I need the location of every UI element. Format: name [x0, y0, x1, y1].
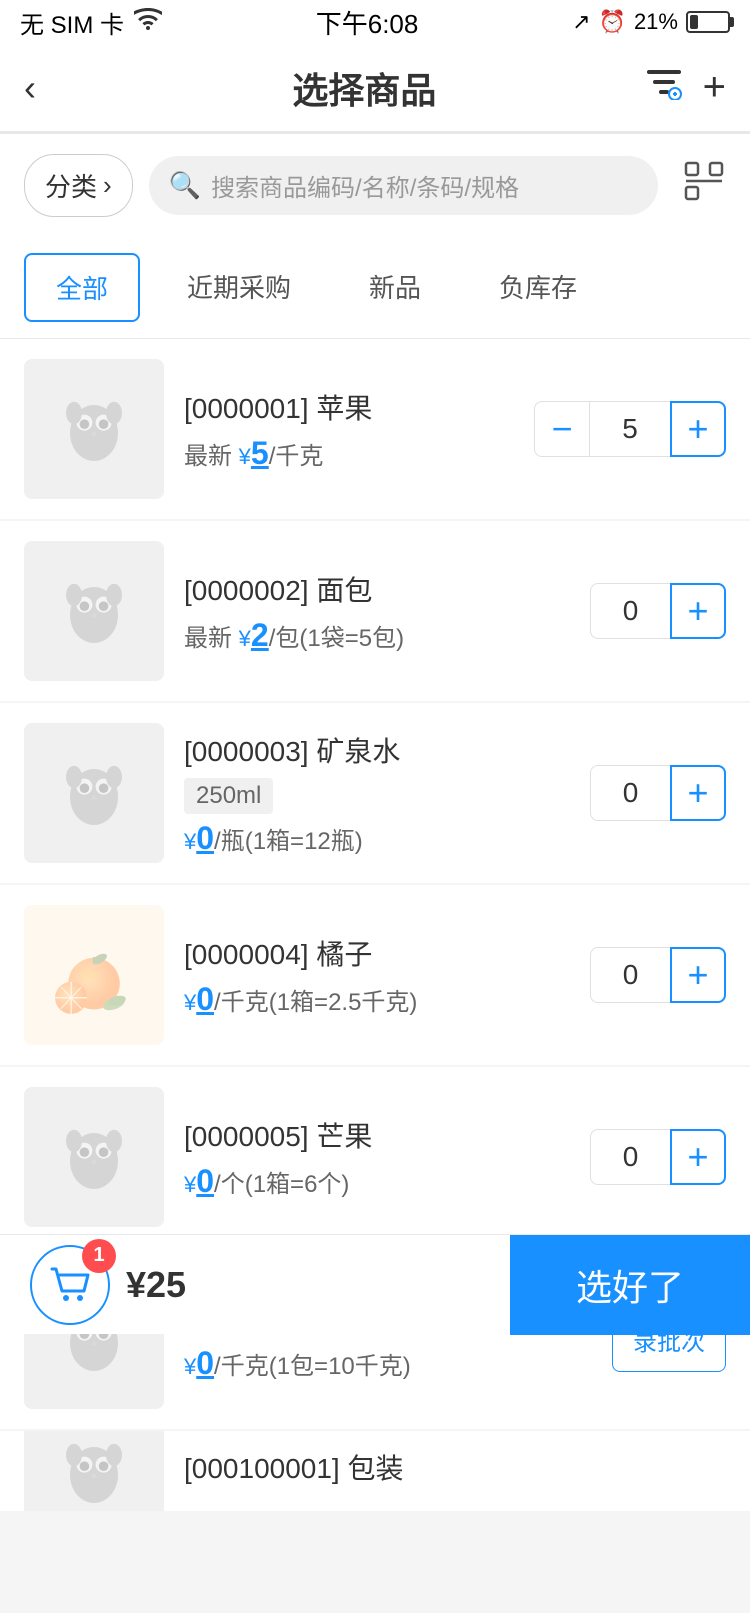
add-icon[interactable]: + — [703, 65, 726, 110]
product-info-4: [0000004] 橘子 ¥0/千克(1箱=2.5千克) — [184, 933, 570, 1018]
page-title: 选择商品 — [292, 62, 436, 114]
product-price-5: ¥0/个(1箱=6个) — [184, 1163, 570, 1200]
product-image-7 — [24, 1431, 164, 1511]
quantity-input-5[interactable] — [590, 1129, 670, 1185]
category-button[interactable]: 分类 › — [24, 154, 133, 217]
back-button[interactable]: ‹ — [24, 67, 84, 109]
confirm-button[interactable]: 选好了 — [510, 1235, 750, 1335]
product-controls-3: + — [590, 765, 726, 821]
product-info-5: [0000005] 芒果 ¥0/个(1箱=6个) — [184, 1115, 570, 1200]
location-icon: ↗ — [572, 9, 590, 35]
increase-button-2[interactable]: + — [670, 583, 726, 639]
product-name-5: [0000005] 芒果 — [184, 1115, 570, 1155]
chevron-right-icon: › — [103, 170, 112, 201]
product-item-2: [0000002] 面包 最新 ¥2/包(1袋=5包) + — [0, 521, 750, 701]
product-controls-5: + — [590, 1129, 726, 1185]
product-item-5: [0000005] 芒果 ¥0/个(1箱=6个) + — [0, 1067, 750, 1247]
cart-icon-wrap[interactable]: 1 — [30, 1245, 110, 1325]
quantity-input-1[interactable] — [590, 401, 670, 457]
product-name-7: [000100001] 包装 — [184, 1447, 726, 1487]
nav-right-actions: + — [645, 65, 726, 110]
product-price-4: ¥0/千克(1箱=2.5千克) — [184, 981, 570, 1018]
battery-label: 21% — [634, 9, 678, 35]
product-info-2: [0000002] 面包 最新 ¥2/包(1袋=5包) — [184, 569, 570, 654]
product-item-1: [0000001] 苹果 最新 ¥5/千克 − + — [0, 339, 750, 519]
tab-bar: 全部 近期采购 新品 负库存 — [0, 237, 750, 339]
product-item-7: [000100001] 包装 — [0, 1431, 750, 1511]
product-spec-3: 250ml — [184, 778, 273, 814]
quantity-input-2[interactable] — [590, 583, 670, 639]
battery-icon — [686, 11, 730, 33]
product-controls-1: − + — [534, 401, 726, 457]
increase-button-3[interactable]: + — [670, 765, 726, 821]
search-placeholder: 搜索商品编码/名称/条码/规格 — [211, 168, 519, 203]
product-price-1: 最新 ¥5/千克 — [184, 435, 514, 472]
filter-bar: 分类 › 🔍 搜索商品编码/名称/条码/规格 — [0, 134, 750, 237]
status-right: ↗ ⏰ 21% — [572, 9, 730, 35]
product-price-2: 最新 ¥2/包(1袋=5包) — [184, 617, 570, 654]
product-item-3: [0000003] 矿泉水 250ml ¥0/瓶(1箱=12瓶) + — [0, 703, 750, 883]
decrease-button-1[interactable]: − — [534, 401, 590, 457]
product-image-4 — [24, 905, 164, 1045]
increase-button-4[interactable]: + — [670, 947, 726, 1003]
scan-icon[interactable] — [682, 159, 726, 212]
product-controls-4: + — [590, 947, 726, 1003]
nav-bar: ‹ 选择商品 + — [0, 44, 750, 132]
tab-all[interactable]: 全部 — [24, 253, 140, 322]
search-bar[interactable]: 🔍 搜索商品编码/名称/条码/规格 — [149, 156, 658, 215]
product-name-2: [0000002] 面包 — [184, 569, 570, 609]
product-info-3: [0000003] 矿泉水 250ml ¥0/瓶(1箱=12瓶) — [184, 730, 570, 857]
quantity-input-3[interactable] — [590, 765, 670, 821]
product-name-4: [0000004] 橘子 — [184, 933, 570, 973]
wifi-icon — [134, 8, 162, 37]
cart-section: 1 ¥25 — [0, 1245, 510, 1325]
tab-negative[interactable]: 负库存 — [468, 253, 608, 322]
product-info-1: [0000001] 苹果 最新 ¥5/千克 — [184, 387, 514, 472]
category-label: 分类 — [45, 167, 97, 204]
quantity-input-4[interactable] — [590, 947, 670, 1003]
product-price-6: ¥0/千克(1包=10千克) — [184, 1345, 592, 1382]
product-image-1 — [24, 359, 164, 499]
increase-button-5[interactable]: + — [670, 1129, 726, 1185]
product-list: [0000001] 苹果 最新 ¥5/千克 − + [ — [0, 339, 750, 1613]
search-icon: 🔍 — [169, 170, 201, 201]
cart-badge: 1 — [82, 1239, 116, 1273]
product-name-3: [0000003] 矿泉水 — [184, 730, 570, 770]
product-name-1: [0000001] 苹果 — [184, 387, 514, 427]
cart-total: ¥25 — [126, 1264, 186, 1306]
carrier-label: 无 SIM 卡 — [20, 5, 124, 40]
filter-icon[interactable] — [645, 66, 683, 110]
tab-new[interactable]: 新品 — [338, 253, 452, 322]
product-info-7: [000100001] 包装 — [184, 1447, 726, 1495]
product-price-3: ¥0/瓶(1箱=12瓶) — [184, 820, 570, 857]
product-image-3 — [24, 723, 164, 863]
status-bar: 无 SIM 卡 下午6:08 ↗ ⏰ 21% — [0, 0, 750, 44]
product-controls-2: + — [590, 583, 726, 639]
alarm-icon: ⏰ — [599, 9, 626, 35]
status-time: 下午6:08 — [316, 4, 419, 41]
product-image-5 — [24, 1087, 164, 1227]
bottom-bar: 1 ¥25 选好了 — [0, 1234, 750, 1334]
product-item-4: [0000004] 橘子 ¥0/千克(1箱=2.5千克) + — [0, 885, 750, 1065]
increase-button-1[interactable]: + — [670, 401, 726, 457]
tab-recent[interactable]: 近期采购 — [156, 253, 322, 322]
product-image-2 — [24, 541, 164, 681]
status-left: 无 SIM 卡 — [20, 5, 162, 40]
